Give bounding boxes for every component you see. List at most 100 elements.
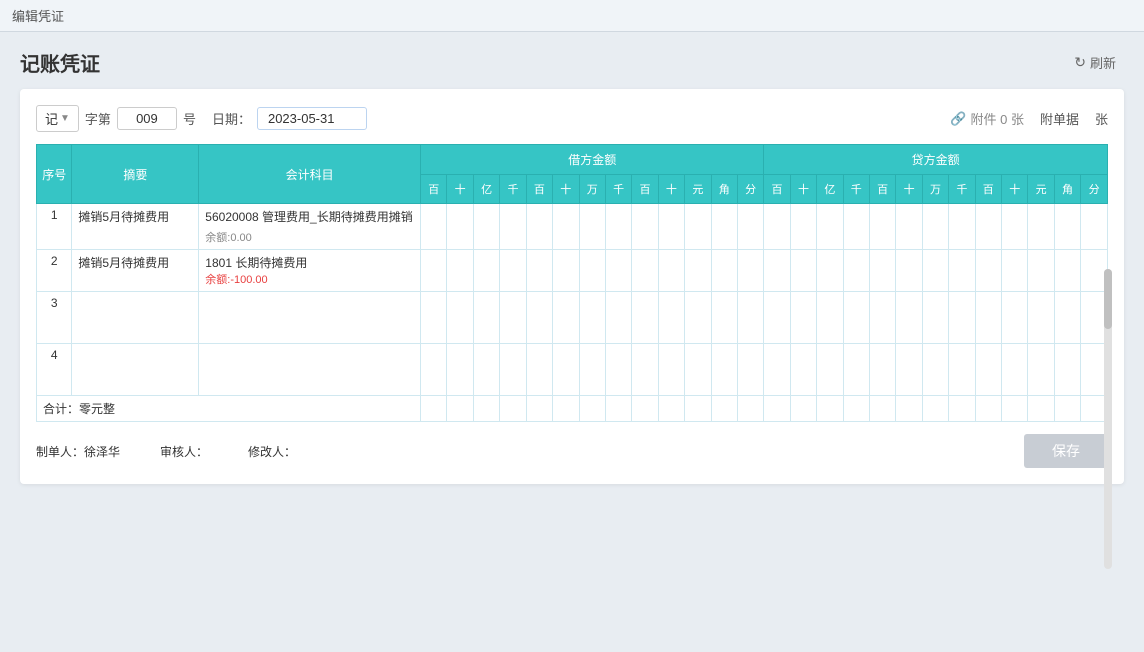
- row-2-c12[interactable]: [1054, 250, 1080, 292]
- row-2-c6[interactable]: [896, 250, 922, 292]
- type-group: 记 ▼ 字第 号: [36, 105, 196, 132]
- row-1-d9[interactable]: [632, 204, 658, 250]
- row-2-d10[interactable]: [658, 250, 684, 292]
- row-2-seq: 2: [37, 250, 72, 292]
- row-2-c8[interactable]: [949, 250, 975, 292]
- scrollbar-thumb[interactable]: [1104, 269, 1112, 329]
- main-container: 记账凭证 ↻ 刷新 记 ▼ 字第 号 日期：: [0, 32, 1144, 652]
- row-2-d5[interactable]: [526, 250, 552, 292]
- zhang-text: 张: [1095, 109, 1108, 128]
- page-title: 记账凭证: [20, 48, 100, 77]
- voucher-table: 序号 摘要 会计科目 借方金额 贷方金额 百 十 亿 千 百 十 万: [36, 144, 1108, 422]
- number-input[interactable]: [117, 107, 177, 130]
- row-1-c4[interactable]: [843, 204, 869, 250]
- row-1-d11[interactable]: [685, 204, 711, 250]
- row-1-c11[interactable]: [1028, 204, 1054, 250]
- debit-col-5: 百: [526, 175, 552, 204]
- row-2-c2[interactable]: [790, 250, 816, 292]
- row-2-c3[interactable]: [817, 250, 843, 292]
- row-2-d13[interactable]: [737, 250, 763, 292]
- row-1-d5[interactable]: [526, 204, 552, 250]
- row-1-d4[interactable]: [500, 204, 526, 250]
- footer-row: 制单人：徐泽华 审核人： 修改人： 保存: [36, 434, 1108, 468]
- row-1-d12[interactable]: [711, 204, 737, 250]
- row-1-c8[interactable]: [949, 204, 975, 250]
- row-2-d12[interactable]: [711, 250, 737, 292]
- debit-col-1: 百: [421, 175, 447, 204]
- row-4-summary[interactable]: [72, 344, 199, 396]
- credit-col-10: 十: [1002, 175, 1028, 204]
- row-1-d1[interactable]: [421, 204, 447, 250]
- row-1-c3[interactable]: [817, 204, 843, 250]
- row-1-d6[interactable]: [553, 204, 579, 250]
- row-2-c1[interactable]: [764, 250, 790, 292]
- row-1-d7[interactable]: [579, 204, 605, 250]
- row-2-d11[interactable]: [685, 250, 711, 292]
- row-2-c9[interactable]: [975, 250, 1001, 292]
- row-2-c7[interactable]: [922, 250, 948, 292]
- total-row: 合计：零元整: [37, 396, 1108, 422]
- chevron-down-icon: ▼: [60, 113, 70, 124]
- row-3-summary[interactable]: [72, 292, 199, 344]
- row-2-d6[interactable]: [553, 250, 579, 292]
- total-label: 合计：零元整: [37, 396, 421, 422]
- row-1-d10[interactable]: [658, 204, 684, 250]
- row-1-c12[interactable]: [1054, 204, 1080, 250]
- type-dropdown[interactable]: 记 ▼: [36, 105, 79, 132]
- date-label: 日期：: [212, 109, 251, 128]
- header-summary: 摘要: [72, 145, 199, 204]
- debit-col-6: 十: [553, 175, 579, 204]
- table-row: 2 摊销5月待摊费用 1801 长期待摊费用 余额:-100.00: [37, 250, 1108, 292]
- row-2-summary[interactable]: 摊销5月待摊费用: [72, 250, 199, 292]
- row-2-c11[interactable]: [1028, 250, 1054, 292]
- row-2-d2[interactable]: [447, 250, 473, 292]
- attachment-button[interactable]: 🔗 附件 0 张: [950, 109, 1024, 128]
- row-1-d2[interactable]: [447, 204, 473, 250]
- row-2-account[interactable]: 1801 长期待摊费用 余额:-100.00: [199, 250, 421, 292]
- row-1-c7[interactable]: [922, 204, 948, 250]
- row-2-d3[interactable]: [473, 250, 499, 292]
- header-account: 会计科目: [199, 145, 421, 204]
- row-2-c10[interactable]: [1002, 250, 1028, 292]
- save-button[interactable]: 保存: [1024, 434, 1108, 468]
- row-1-c13[interactable]: [1081, 204, 1108, 250]
- table-row: 4: [37, 344, 1108, 396]
- row-1-c2[interactable]: [790, 204, 816, 250]
- debit-col-12: 角: [711, 175, 737, 204]
- row-1-d13[interactable]: [737, 204, 763, 250]
- row-1-c6[interactable]: [896, 204, 922, 250]
- credit-col-11: 元: [1028, 175, 1054, 204]
- row-1-c9[interactable]: [975, 204, 1001, 250]
- row-1-d8[interactable]: [605, 204, 631, 250]
- row-2-d4[interactable]: [500, 250, 526, 292]
- single-doc-button[interactable]: 附单据: [1040, 109, 1079, 128]
- debit-col-11: 元: [685, 175, 711, 204]
- debit-col-3: 亿: [473, 175, 499, 204]
- credit-col-9: 百: [975, 175, 1001, 204]
- row-2-d7[interactable]: [579, 250, 605, 292]
- row-3-account[interactable]: [199, 292, 421, 344]
- refresh-icon: ↻: [1074, 54, 1086, 71]
- refresh-button[interactable]: ↻ 刷新: [1066, 49, 1124, 76]
- header-credit: 贷方金额: [764, 145, 1108, 175]
- row-2-c5[interactable]: [869, 250, 895, 292]
- scrollbar[interactable]: [1104, 269, 1112, 569]
- row-1-c1[interactable]: [764, 204, 790, 250]
- row-4-account[interactable]: [199, 344, 421, 396]
- row-2-d8[interactable]: [605, 250, 631, 292]
- row-2-c4[interactable]: [843, 250, 869, 292]
- row-1-account[interactable]: 56020008 管理费用_长期待摊费用摊销 余额:0.00: [199, 204, 421, 250]
- row-2-d9[interactable]: [632, 250, 658, 292]
- row-2-d1[interactable]: [421, 250, 447, 292]
- page-header: 记账凭证 ↻ 刷新: [20, 48, 1124, 77]
- row-1-c10[interactable]: [1002, 204, 1028, 250]
- row-1-d3[interactable]: [473, 204, 499, 250]
- voucher-card: 记 ▼ 字第 号 日期： 🔗 附件 0 张 附单据: [20, 89, 1124, 484]
- debit-col-9: 百: [632, 175, 658, 204]
- row-1-c5[interactable]: [869, 204, 895, 250]
- date-input[interactable]: [257, 107, 367, 130]
- row-1-remainder: 余额:0.00: [205, 229, 414, 245]
- row-1-summary[interactable]: 摊销5月待摊费用: [72, 204, 199, 250]
- debit-col-13: 分: [737, 175, 763, 204]
- debit-col-2: 十: [447, 175, 473, 204]
